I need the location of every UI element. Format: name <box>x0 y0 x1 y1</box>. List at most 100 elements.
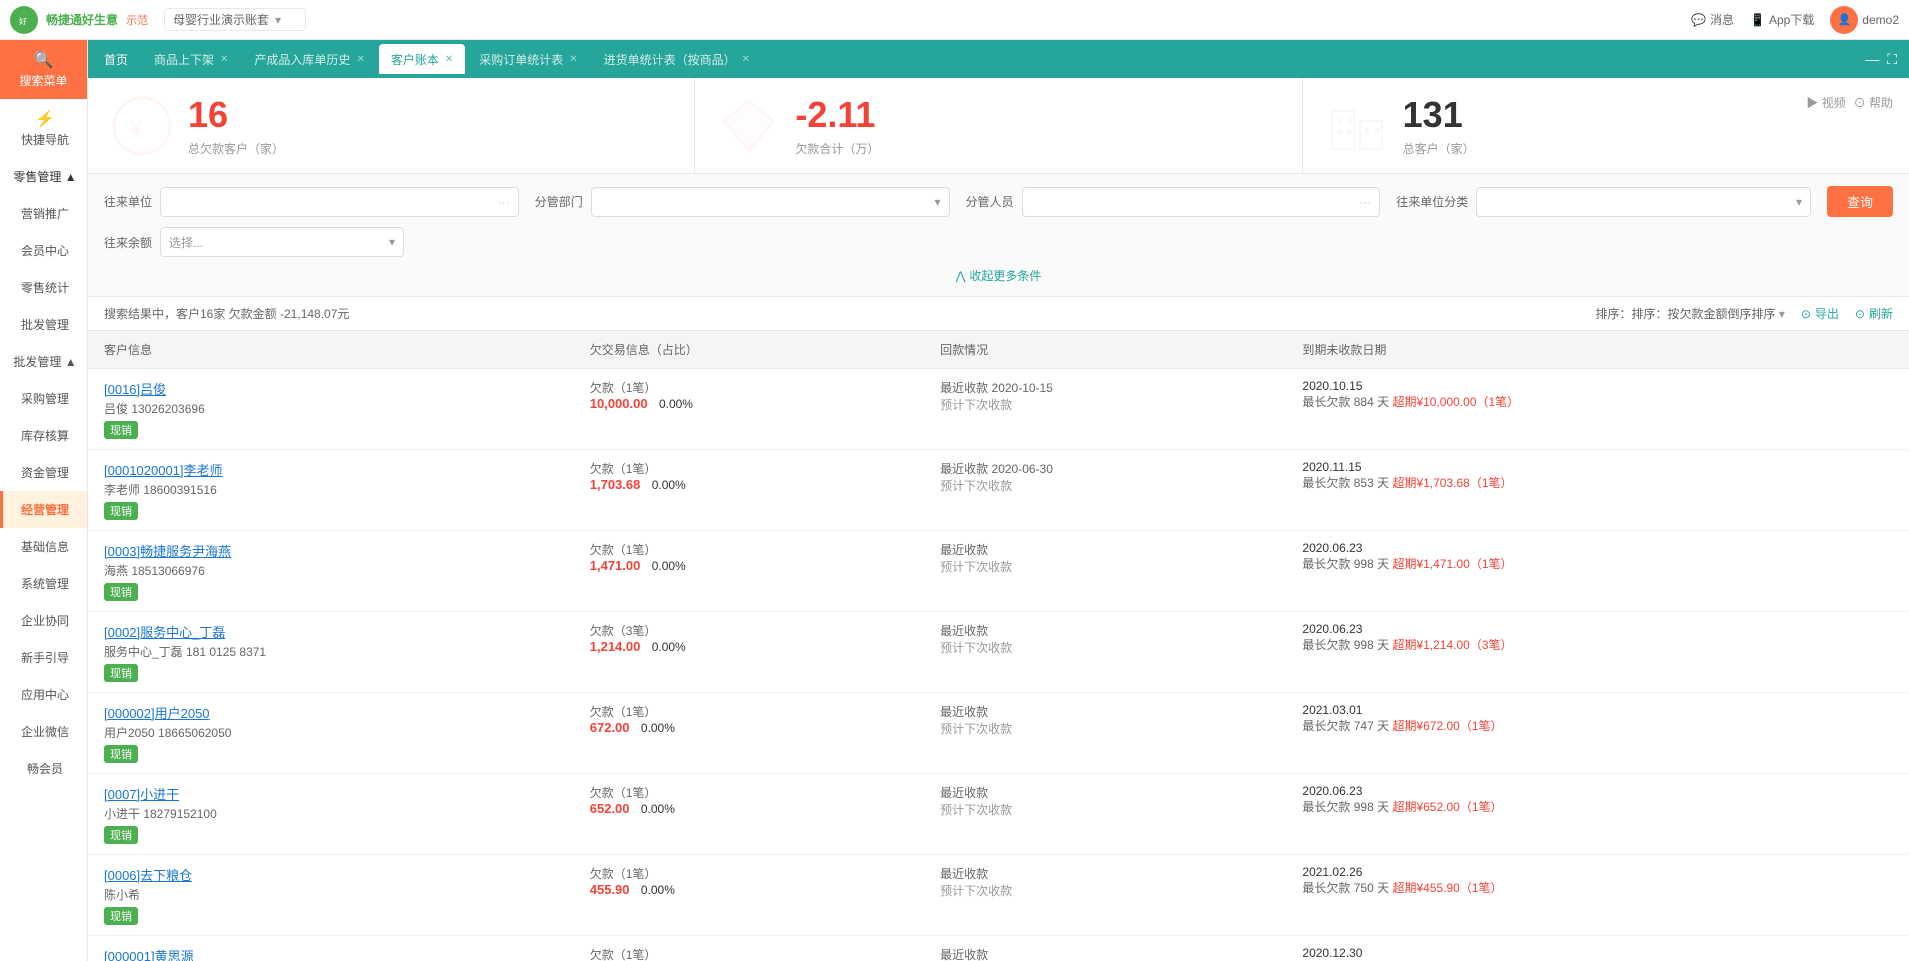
sidebar-item-purchase[interactable]: 库存核算 <box>0 417 87 454</box>
customer-name-link[interactable]: [000002]用户2050 <box>104 706 210 721</box>
tab-production-history[interactable]: 产成品入库单历史 ✕ <box>242 44 376 74</box>
store-selector[interactable]: 母婴行业演示账套 ▾ <box>164 8 306 31</box>
overdue-days-text: 最长欠款 998 天 <box>1302 557 1392 571</box>
enterprise-label: 新手引导 <box>21 651 69 665</box>
sidebar-item-stock[interactable]: 资金管理 <box>0 454 87 491</box>
next-receipt-label: 预计下次收款 <box>940 639 1270 656</box>
user-avatar-area[interactable]: 👤 demo2 <box>1830 6 1899 34</box>
tab-purchase-label: 采购订单统计表 <box>479 51 563 68</box>
tab-home[interactable]: 首页 <box>92 44 140 74</box>
sidebar-item-enterprise[interactable]: 新手引导 <box>0 639 87 676</box>
overdue-link[interactable]: 超期¥1,214.00（3笔） <box>1392 638 1512 652</box>
customer-phone: 海燕 18513066976 <box>104 562 558 579</box>
cell-customer-6: [0006]去下粮仓 陈小希 现销 <box>88 855 574 936</box>
from-unit-input[interactable]: ··· <box>160 187 519 217</box>
unit-category-select[interactable]: ▾ <box>1476 187 1811 217</box>
tab-customer-account[interactable]: 客户账本 ✕ <box>379 44 465 74</box>
data-table: 客户信息 欠交易信息（占比） 回款情况 到期未收款日期 [0016]吕俊 吕俊 … <box>88 331 1909 961</box>
tab-bar: 首页 商品上下架 ✕ 产成品入库单历史 ✕ 客户账本 ✕ 采购订单统计表 ✕ 进… <box>88 40 1909 78</box>
tab-purchase-close[interactable]: ✕ <box>569 54 577 65</box>
refresh-btn[interactable]: ⊙ 刷新 <box>1855 305 1893 322</box>
sidebar-item-ops[interactable]: 基础信息 <box>0 528 87 565</box>
sidebar-item-quicknav[interactable]: ⚡ 快捷导航 <box>0 99 87 158</box>
stat-total-number: 131 <box>1403 94 1475 136</box>
last-receipt-label: 最近收款 <box>940 381 988 395</box>
sidebar-item-newbie[interactable]: 应用中心 <box>0 676 87 713</box>
sidebar-item-member[interactable]: 零售统计 <box>0 269 87 306</box>
cell-return-0: 最近收款 2020-10-15 预计下次收款 <box>924 369 1286 450</box>
manager-input[interactable]: ··· <box>1022 187 1381 217</box>
sidebar-item-zero-stats[interactable]: 批发管理 <box>0 306 87 343</box>
maximize-icon[interactable]: ⛶ <box>1887 51 1897 68</box>
customer-name-link[interactable]: [0016]吕俊 <box>104 382 166 397</box>
overdue-link[interactable]: 超期¥455.90（1笔） <box>1392 881 1502 895</box>
stat-overdue-info: 16 总欠款客户（家） <box>188 94 284 157</box>
customer-name-link[interactable]: [0007]小进干 <box>104 787 179 802</box>
video-icon[interactable]: ▶ 视频 <box>1806 94 1845 111</box>
next-receipt-label: 预计下次收款 <box>940 477 1270 494</box>
tab-production-close[interactable]: ✕ <box>356 54 364 65</box>
avatar: 👤 <box>1830 6 1858 34</box>
filter-row-2: 往来余额 选择... ▾ <box>104 227 404 257</box>
tab-product-on-off[interactable]: 商品上下架 ✕ <box>142 44 240 74</box>
filter-unit-category: 往来单位分类 ▾ <box>1396 187 1811 217</box>
last-receipt-label: 最近收款 <box>940 705 988 719</box>
balance-label: 往来余额 <box>104 234 152 251</box>
sidebar-item-finance[interactable]: 经营管理 <box>0 491 87 528</box>
dept-select[interactable]: ▾ <box>591 187 950 217</box>
due-date: 2020.06.23 <box>1302 784 1893 798</box>
cell-customer-0: [0016]吕俊 吕俊 13026203696 现销 <box>88 369 574 450</box>
overdue-link[interactable]: 超期¥10,000.00（1笔） <box>1392 395 1519 409</box>
app-download-btn[interactable]: 📱 App下载 <box>1750 11 1814 28</box>
minimize-icon[interactable]: — <box>1865 51 1879 68</box>
message-btn[interactable]: 💬 消息 <box>1691 11 1734 28</box>
sidebar-item-enterprise-wechat[interactable]: 畅会员 <box>0 750 87 787</box>
sidebar-item-batch-mgmt[interactable]: 批发管理 ▲ <box>0 343 87 380</box>
tab-incoming-close[interactable]: ✕ <box>742 54 750 65</box>
debt-label: 欠款（1笔） <box>590 784 908 801</box>
export-btn[interactable]: ⊙ 导出 <box>1801 305 1839 322</box>
cell-customer-1: [0001020001]李老师 李老师 18600391516 现销 <box>88 450 574 531</box>
logo-area: 好 畅捷通好生意 示范 母婴行业演示账套 ▾ <box>10 6 306 34</box>
sidebar-item-zero-mall[interactable]: 营销推广 <box>0 195 87 232</box>
sidebar-search[interactable]: 🔍 搜索菜单 <box>0 40 87 99</box>
sidebar-item-system[interactable]: 企业协同 <box>0 602 87 639</box>
sidebar-item-ecommerce[interactable]: 采购管理 <box>0 380 87 417</box>
sidebar-item-app-center[interactable]: 企业微信 <box>0 713 87 750</box>
tab-production-label: 产成品入库单历史 <box>254 51 350 68</box>
tab-customer-close[interactable]: ✕ <box>445 54 453 65</box>
table-row: [0001020001]李老师 李老师 18600391516 现销 欠款（1笔… <box>88 450 1909 531</box>
tab-product-label: 商品上下架 <box>154 51 214 68</box>
sidebar-item-zero-sales-mgmt[interactable]: 零售管理 ▲ <box>0 158 87 195</box>
cell-customer-5: [0007]小进干 小进干 18279152100 现销 <box>88 774 574 855</box>
balance-placeholder: 选择... <box>169 234 203 251</box>
sidebar-item-smooth-member[interactable] <box>0 787 87 807</box>
last-receipt-date: 2020-10-15 <box>992 381 1053 395</box>
sidebar-item-basic[interactable]: 系统管理 <box>0 565 87 602</box>
query-button[interactable]: 查询 <box>1827 186 1893 217</box>
due-date: 2021.03.01 <box>1302 703 1893 717</box>
tab-product-close[interactable]: ✕ <box>220 54 228 65</box>
overdue-link[interactable]: 超期¥1,703.68（1笔） <box>1392 476 1512 490</box>
tab-purchase-order[interactable]: 采购订单统计表 ✕ <box>467 44 589 74</box>
overdue-link[interactable]: 超期¥1,471.00（1笔） <box>1392 557 1512 571</box>
collapse-btn[interactable]: ⋀ 收起更多条件 <box>104 267 1893 284</box>
customer-name-link[interactable]: [0001020001]李老师 <box>104 463 223 478</box>
avatar-icon: 👤 <box>1837 13 1851 26</box>
help-icon[interactable]: ⊙ 帮助 <box>1854 94 1893 111</box>
sidebar-item-marketing[interactable]: 会员中心 <box>0 232 87 269</box>
tab-incoming-stats[interactable]: 进货单统计表（按商品） ✕ <box>592 44 762 74</box>
customer-name-link[interactable]: [000001]黄思源 <box>104 949 194 961</box>
customer-name-link[interactable]: [0002]服务中心_丁磊 <box>104 625 225 640</box>
overdue-link[interactable]: 超期¥672.00（1笔） <box>1392 719 1502 733</box>
tab-home-label: 首页 <box>104 51 128 68</box>
customer-name-link[interactable]: [0006]去下粮仓 <box>104 868 192 883</box>
filter-manager: 分管人员 ··· <box>966 187 1381 217</box>
table-row: [0007]小进干 小进干 18279152100 现销 欠款（1笔） 652.… <box>88 774 1909 855</box>
customer-name-link[interactable]: [0003]畅捷服务尹海燕 <box>104 544 231 559</box>
stat-overdue-number: 16 <box>188 94 284 136</box>
overdue-link[interactable]: 超期¥652.00（1笔） <box>1392 800 1502 814</box>
overdue-days-text: 最长欠款 998 天 <box>1302 638 1392 652</box>
balance-select[interactable]: 选择... ▾ <box>160 227 404 257</box>
cell-debt-7: 欠款（1笔） 429.00 0.00% <box>574 936 924 961</box>
